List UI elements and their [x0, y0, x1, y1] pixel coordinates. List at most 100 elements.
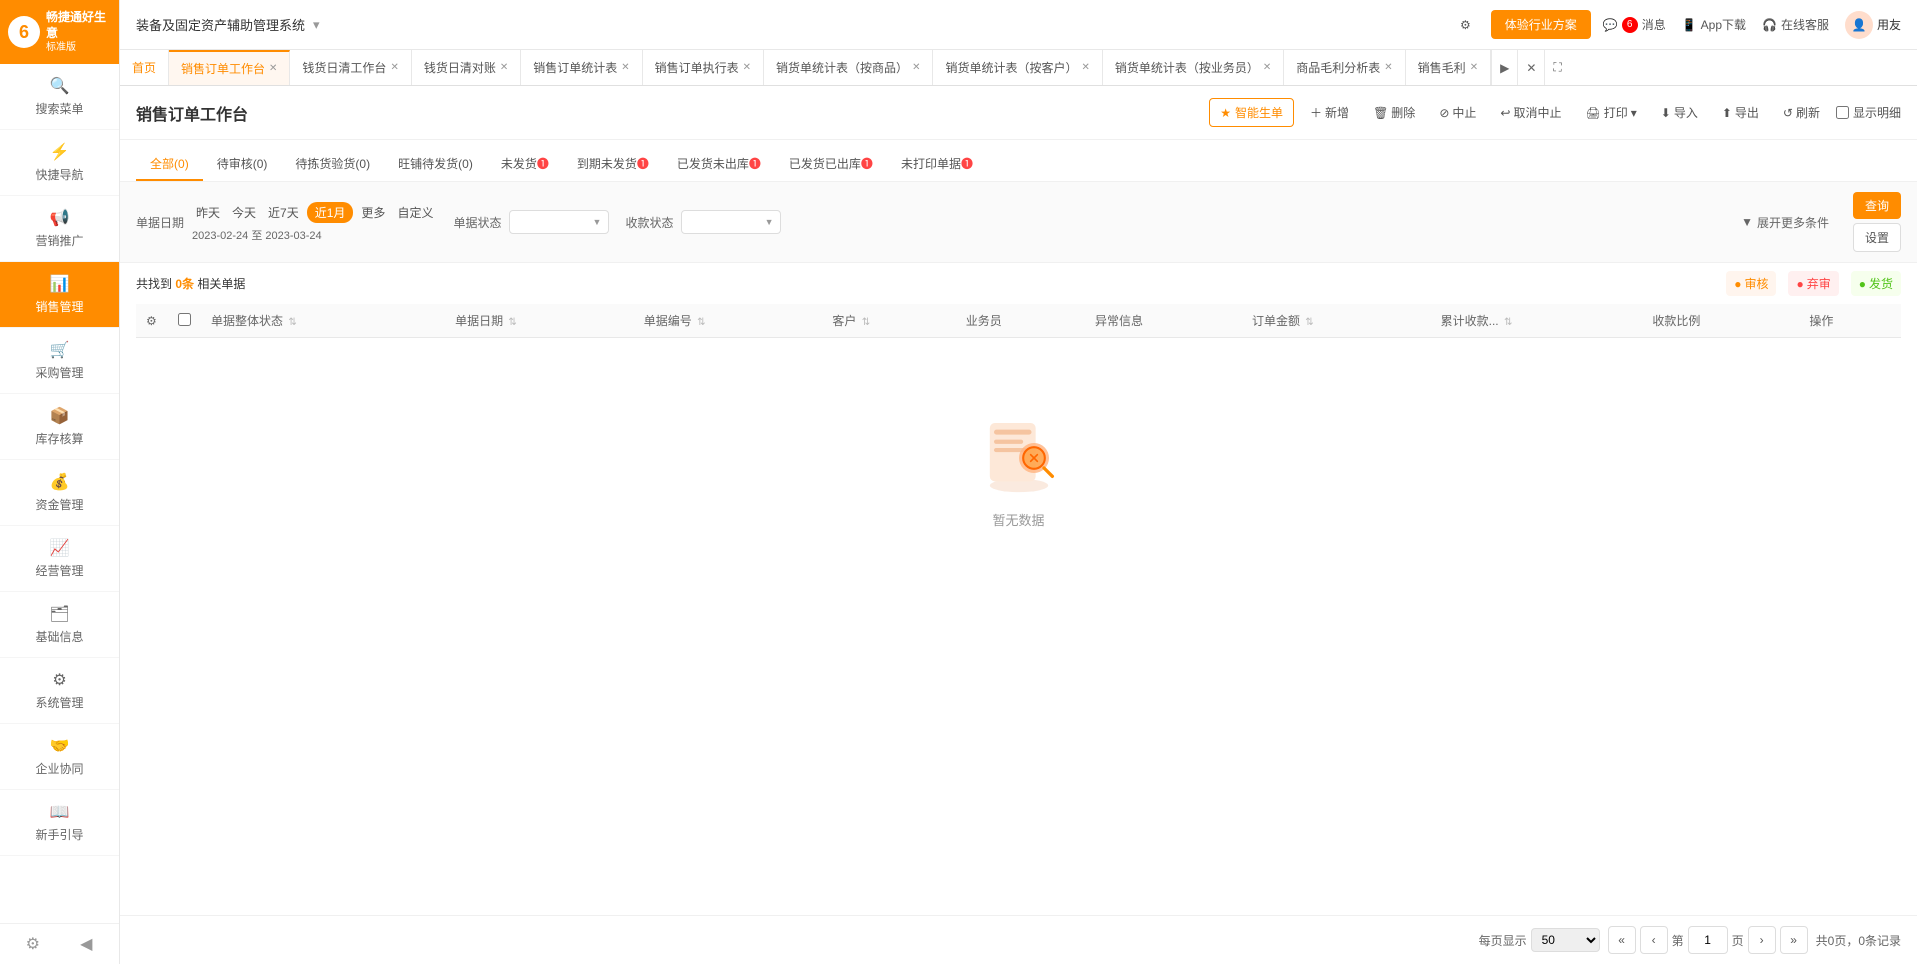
filter-tab-overdue-not-shipped[interactable]: 到期未发货❶: [563, 148, 663, 181]
filter-tab-not-printed[interactable]: 未打印单据❶: [887, 148, 987, 181]
batch-ship-btn[interactable]: ● 发货: [1851, 271, 1901, 296]
filter-status-select[interactable]: [509, 210, 609, 234]
filter-tab-pending-inspect[interactable]: 待拣货验货(0): [281, 148, 384, 181]
export-btn[interactable]: ⬆ 导出: [1714, 99, 1767, 126]
data-table: ⚙ 单据整体状态 ⇅ 单据日期 ⇅: [136, 304, 1901, 338]
sidebar-item-guide[interactable]: 📖 新手引导: [0, 790, 119, 856]
filter-tab-not-shipped[interactable]: 未发货❶: [487, 148, 563, 181]
select-all-checkbox[interactable]: [178, 313, 191, 326]
tab-close-sales-exec[interactable]: ✕: [743, 62, 751, 73]
filter-tab-pending-review[interactable]: 待审核(0): [203, 148, 282, 181]
sort-status-icon[interactable]: ⇅: [288, 317, 296, 328]
purchase-icon: 🛒: [50, 340, 70, 360]
sort-amount-icon[interactable]: ⇅: [1305, 317, 1313, 328]
pagination: 每页显示 20 50 100 « ‹ 第 页 › » 共0页，0条记录: [120, 915, 1917, 964]
stop-btn[interactable]: ⊘ 中止: [1431, 99, 1484, 126]
filter-payment-group: 收款状态: [625, 210, 781, 234]
filter-date-yesterday[interactable]: 昨天: [192, 202, 224, 223]
sidebar-item-finance[interactable]: 💰 资金管理: [0, 460, 119, 526]
tab-close-sales-stat[interactable]: ✕: [621, 62, 629, 73]
tab-maximize-btn[interactable]: ⛶: [1544, 50, 1569, 86]
sidebar-item-inventory[interactable]: 📦 库存核算: [0, 394, 119, 460]
tab-close-sales-staff-stat[interactable]: ✕: [1263, 62, 1271, 73]
phone-icon: 📱: [1682, 18, 1697, 32]
import-btn[interactable]: ⬇ 导入: [1653, 99, 1706, 126]
tab-sales-customer-stat[interactable]: 销货单统计表（按客户） ✕: [933, 50, 1102, 86]
gear-settings-btn[interactable]: ⚙: [1452, 13, 1479, 37]
tab-close-gross-profit[interactable]: ✕: [1384, 62, 1392, 73]
stop-icon: ⊘: [1439, 106, 1449, 120]
tab-close-sales-workbench[interactable]: ✕: [269, 63, 277, 74]
horizontal-scrollbar[interactable]: [120, 903, 1917, 915]
filter-date-7days[interactable]: 近7天: [264, 202, 303, 223]
page-number-input[interactable]: [1688, 926, 1728, 954]
tab-close-sales-customer-stat[interactable]: ✕: [1081, 62, 1089, 73]
batch-approve-btn[interactable]: ● 审核: [1726, 271, 1776, 296]
delete-btn[interactable]: 🗑 删除: [1365, 99, 1423, 126]
tab-gross-profit[interactable]: 商品毛利分析表 ✕: [1284, 50, 1405, 86]
first-page-btn[interactable]: «: [1608, 926, 1636, 954]
tab-close-cash-reconcile[interactable]: ✕: [500, 62, 508, 73]
title-dropdown-arrow[interactable]: ▾: [313, 17, 320, 33]
tab-close-all-btn[interactable]: ✕: [1517, 50, 1544, 86]
online-service-btn[interactable]: 🎧 在线客服: [1762, 16, 1829, 33]
filter-tab-shipped-out[interactable]: 已发货已出库❶: [775, 148, 887, 181]
sort-number-icon[interactable]: ⇅: [697, 317, 705, 328]
filter-date-custom[interactable]: 自定义: [393, 202, 437, 223]
per-page-select[interactable]: 20 50 100: [1531, 928, 1600, 952]
tab-close-sales-product-stat[interactable]: ✕: [912, 62, 920, 73]
prev-page-btn[interactable]: ‹: [1640, 926, 1668, 954]
filter-expand-btn[interactable]: ▼ 展开更多条件: [1741, 214, 1829, 231]
tab-scroll-right-btn[interactable]: ▶: [1491, 50, 1517, 86]
filter-tab-shipped-not-out[interactable]: 已发货未出库❶: [663, 148, 775, 181]
show-detail-checkbox[interactable]: 显示明细: [1836, 104, 1901, 121]
settings-btn[interactable]: 设置: [1853, 223, 1901, 252]
last-page-btn[interactable]: »: [1780, 926, 1808, 954]
refresh-btn[interactable]: ↺ 刷新: [1775, 99, 1828, 126]
filter-payment-select[interactable]: [681, 210, 781, 234]
sidebar-item-cooperation[interactable]: 🤝 企业协同: [0, 724, 119, 790]
tab-sales-staff-stat[interactable]: 销货单统计表（按业务员） ✕: [1103, 50, 1284, 86]
app-download-btn[interactable]: 📱 App下载: [1682, 16, 1746, 33]
sidebar-item-quick-nav[interactable]: ⚡ 快捷导航: [0, 130, 119, 196]
new-btn[interactable]: ＋ 新增: [1302, 99, 1357, 126]
filter-date-today[interactable]: 今天: [228, 202, 260, 223]
sidebar-item-system[interactable]: ⚙ 系统管理: [0, 658, 119, 724]
message-btn[interactable]: 💬 6 消息: [1603, 16, 1666, 33]
column-settings-icon[interactable]: ⚙: [146, 314, 157, 328]
user-menu-btn[interactable]: 👤 用友: [1845, 11, 1901, 39]
tab-sales-workbench[interactable]: 销售订单工作台 ✕: [169, 50, 290, 86]
tab-cash-reconcile[interactable]: 钱货日清对账 ✕: [412, 50, 521, 86]
filter-date-more[interactable]: 更多: [357, 202, 389, 223]
sort-customer-icon[interactable]: ⇅: [862, 317, 870, 328]
sidebar-item-search[interactable]: 🔍 搜索菜单: [0, 64, 119, 130]
solution-btn[interactable]: 体验行业方案: [1491, 10, 1591, 39]
filter-date-1month[interactable]: 近1月: [307, 202, 354, 223]
sidebar-collapse-btn[interactable]: ◀: [64, 934, 110, 954]
batch-cancel-btn[interactable]: ● 弃审: [1788, 271, 1838, 296]
filter-tab-wangpu[interactable]: 旺铺待发货(0): [384, 148, 487, 181]
tab-sales-stat[interactable]: 销售订单统计表 ✕: [521, 50, 642, 86]
cancel-stop-btn[interactable]: ↩ 取消中止: [1492, 99, 1569, 126]
sort-collected-icon[interactable]: ⇅: [1504, 317, 1512, 328]
sort-date-icon[interactable]: ⇅: [508, 317, 516, 328]
tab-sales-more[interactable]: 销售毛利 ✕: [1406, 50, 1491, 86]
smart-generate-btn[interactable]: ★ 智能生单: [1209, 98, 1294, 127]
tab-home[interactable]: 首页: [120, 50, 169, 86]
filter-tab-all[interactable]: 全部(0): [136, 148, 203, 181]
sidebar-item-marketing[interactable]: 📢 营销推广: [0, 196, 119, 262]
sidebar-item-sales[interactable]: 📊 销售管理: [0, 262, 119, 328]
tab-sales-product-stat[interactable]: 销货单统计表（按商品） ✕: [764, 50, 933, 86]
tab-close-sales-more[interactable]: ✕: [1470, 62, 1478, 73]
show-detail-input[interactable]: [1836, 106, 1849, 119]
sidebar-settings-btn[interactable]: ⚙: [10, 934, 56, 954]
tab-cash-daily[interactable]: 钱货日清工作台 ✕: [290, 50, 411, 86]
print-btn[interactable]: 🖨 打印 ▾: [1577, 99, 1644, 126]
query-btn[interactable]: 查询: [1853, 192, 1901, 219]
sidebar-item-operation[interactable]: 📈 经营管理: [0, 526, 119, 592]
sidebar-item-basic[interactable]: 🗂 基础信息: [0, 592, 119, 658]
tab-close-cash-daily[interactable]: ✕: [390, 62, 398, 73]
next-page-btn[interactable]: ›: [1748, 926, 1776, 954]
tab-sales-exec[interactable]: 销售订单执行表 ✕: [643, 50, 764, 86]
sidebar-item-purchase[interactable]: 🛒 采购管理: [0, 328, 119, 394]
